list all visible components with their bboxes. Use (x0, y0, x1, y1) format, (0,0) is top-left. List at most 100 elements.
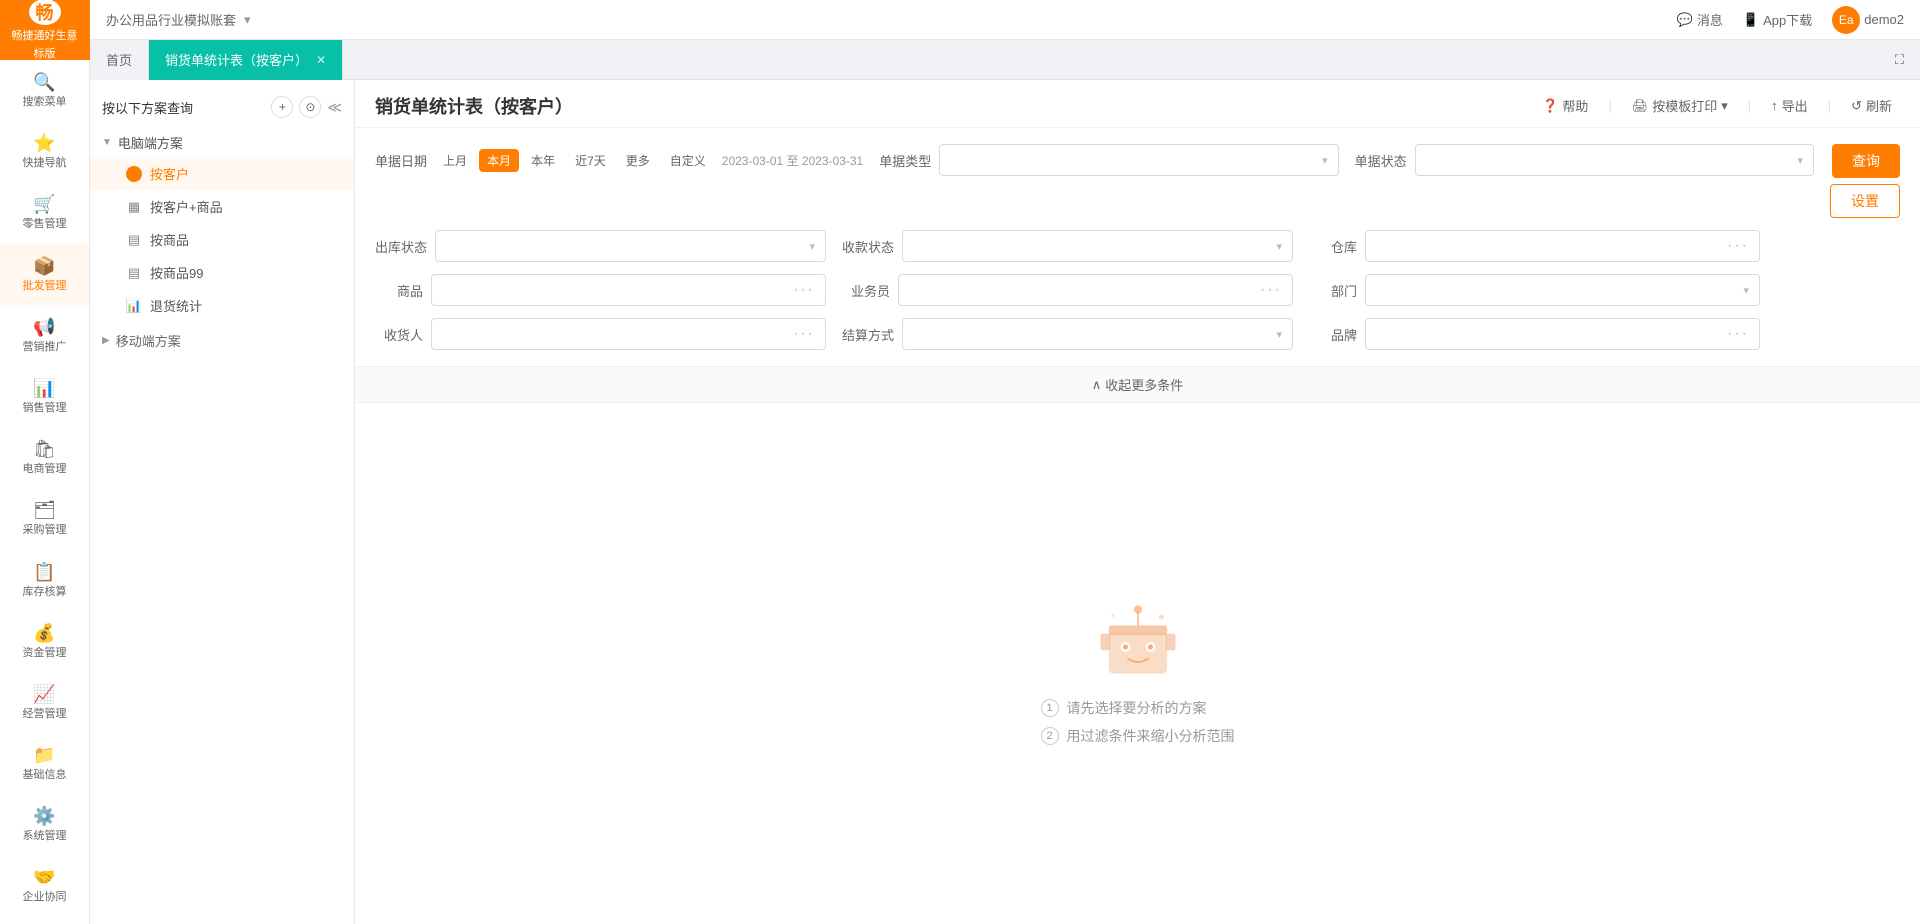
filter-consignee: 收货人 ··· (375, 318, 826, 350)
salesperson-field[interactable]: ··· (898, 274, 1293, 306)
date-tab-last-7[interactable]: 近7天 (567, 149, 614, 172)
sidebar-item-purchase[interactable]: 🗂 采购管理 (0, 488, 89, 549)
query-button[interactable]: 查询 (1832, 144, 1900, 178)
filter-status: 单据状态 ▾ (1355, 144, 1814, 176)
sidebar-item-newbie[interactable]: 🎯 新手引导 (0, 917, 89, 924)
user-menu[interactable]: Ea demo2 (1832, 6, 1904, 34)
settlement-dropdown[interactable]: ▾ (902, 318, 1293, 350)
out-status-arrow: ▾ (809, 240, 815, 253)
scheme-by-customer-product[interactable]: ▦ 按客户+商品 (90, 190, 354, 223)
scheme-by-product-99[interactable]: ▤ 按商品99 (90, 256, 354, 289)
sep3: | (1828, 98, 1831, 113)
mobile-scheme-group[interactable]: ▶ 移动端方案 (90, 326, 354, 355)
message-button[interactable]: 💬 消息 (1677, 10, 1723, 29)
settings-button[interactable]: 设置 (1830, 184, 1900, 218)
collapse-panel-button[interactable]: ≪ (327, 99, 342, 116)
app-download-button[interactable]: 📱 App下载 (1743, 10, 1812, 29)
scheme-by-product[interactable]: ▤ 按商品 (90, 223, 354, 256)
export-button[interactable]: ↑ 导出 (1763, 92, 1816, 119)
help-icon: ❓ (1542, 98, 1558, 114)
refresh-button[interactable]: ↺ 刷新 (1843, 92, 1900, 119)
sidebar-item-finance[interactable]: 💰 资金管理 (0, 611, 89, 672)
logo-text: 畅捷通好生意 (12, 27, 78, 43)
pc-scheme-group: ▼ 电脑端方案 按客户 ▦ 按客户+商品 ▤ 按商品 ▤ 按商品99 (90, 124, 354, 326)
sidebar-label-basic: 基础信息 (23, 769, 67, 782)
filter-settlement: 结算方式 ▾ (842, 318, 1293, 350)
sidebar-item-basic[interactable]: 📁 基础信息 (0, 733, 89, 794)
brand-field[interactable]: ··· (1365, 318, 1760, 350)
sidebar-label-operations: 经营管理 (23, 708, 67, 721)
out-status-dropdown[interactable]: ▾ (435, 230, 826, 262)
date-tab-last-month[interactable]: 上月 (435, 149, 475, 172)
filter-department: 部门 ▾ (1309, 274, 1760, 306)
type-dropdown[interactable]: ▾ (939, 144, 1338, 176)
app-download-label: App下载 (1763, 10, 1812, 29)
tab-sales-stats[interactable]: 销货单统计表（按客户） ✕ (149, 40, 343, 80)
product99-scheme-icon: ▤ (126, 265, 142, 281)
basic-icon: 📁 (33, 745, 55, 766)
collapse-more-button[interactable]: ∧ 收起更多条件 (355, 367, 1920, 403)
scheme-return-stats[interactable]: 📊 退货统计 (90, 289, 354, 322)
customer-scheme-icon (126, 166, 142, 182)
sidebar-item-wholesale[interactable]: 📦 批发管理 (0, 244, 89, 305)
date-tab-more[interactable]: 更多 (618, 149, 658, 172)
left-panel-header: 按以下方案查询 + ⊙ ≪ (90, 90, 354, 124)
date-tab-this-month[interactable]: 本月 (479, 149, 519, 172)
sidebar-item-marketing[interactable]: 📢 营销推广 (0, 305, 89, 366)
sidebar-item-sales[interactable]: 📊 销售管理 (0, 366, 89, 427)
receipt-status-label: 收款状态 (842, 237, 902, 256)
sidebar-item-inventory[interactable]: 📋 库存核算 (0, 550, 89, 611)
help-label: 帮助 (1562, 96, 1588, 115)
sidebar-logo[interactable]: 畅 畅捷通好生意 标版 (0, 0, 90, 60)
salesperson-more-icon: ··· (1260, 281, 1282, 299)
export-label: 导出 (1782, 96, 1808, 115)
receipt-status-arrow: ▾ (1276, 240, 1282, 253)
sidebar-item-retail[interactable]: 🛒 零售管理 (0, 182, 89, 243)
department-arrow: ▾ (1743, 284, 1749, 297)
scheme-by-customer-product-label: 按客户+商品 (150, 197, 223, 216)
hint-1-num: 1 (1041, 699, 1059, 717)
template-print-button[interactable]: 🖨 按模板打印 ▾ (1624, 92, 1736, 119)
receipt-status-dropdown[interactable]: ▾ (902, 230, 1293, 262)
main-content: 办公用品行业模拟账套 ▾ 💬 消息 📱 App下载 Ea demo2 首页 销货… (90, 0, 1920, 924)
product-field[interactable]: ··· (431, 274, 826, 306)
maximize-icon[interactable]: ⛶ (1895, 52, 1904, 68)
consignee-field[interactable]: ··· (431, 318, 826, 350)
scheme-by-customer-label: 按客户 (150, 164, 189, 183)
collapse-icon: ∧ (1092, 377, 1102, 393)
tab-close-icon[interactable]: ✕ (316, 53, 326, 67)
sidebar: 畅 畅捷通好生意 标版 🔍 搜索菜单 ⭐ 快捷导航 🛒 零售管理 📦 批发管理 … (0, 0, 90, 924)
collapse-label: 收起更多条件 (1105, 375, 1183, 394)
warehouse-field[interactable]: ··· (1365, 230, 1760, 262)
sidebar-item-ecommerce[interactable]: 🛍 电商管理 (0, 427, 89, 488)
header-dropdown-icon[interactable]: ▾ (244, 12, 251, 28)
date-tab-custom[interactable]: 自定义 (662, 149, 714, 172)
date-tab-this-year[interactable]: 本年 (523, 149, 563, 172)
sidebar-item-system[interactable]: ⚙️ 系统管理 (0, 794, 89, 855)
settings-scheme-button[interactable]: ⊙ (299, 96, 321, 118)
sidebar-item-search[interactable]: 🔍 搜索菜单 (0, 60, 89, 121)
date-filter-control: 上月 本月 本年 近7天 更多 自定义 2023-03-01 至 2023-03… (435, 149, 863, 172)
status-dropdown[interactable]: ▾ (1415, 144, 1814, 176)
page-container: 按以下方案查询 + ⊙ ≪ ▼ 电脑端方案 按客户 ▦ 按客 (90, 80, 1920, 924)
title-actions: ❓ 帮助 | 🖨 按模板打印 ▾ | ↑ 导出 | (1534, 92, 1900, 119)
print-icon: 🖨 (1632, 98, 1649, 114)
help-button[interactable]: ❓ 帮助 (1534, 92, 1596, 119)
filter-product: 商品 ··· (375, 274, 826, 306)
mobile-scheme-arrow: ▶ (102, 335, 110, 346)
department-dropdown[interactable]: ▾ (1365, 274, 1760, 306)
pc-scheme-group-header[interactable]: ▼ 电脑端方案 (90, 128, 354, 157)
sidebar-menu: 🔍 搜索菜单 ⭐ 快捷导航 🛒 零售管理 📦 批发管理 📢 营销推广 📊 销售管… (0, 60, 89, 924)
tab-sales-stats-label: 销货单统计表（按客户） (165, 50, 308, 69)
sidebar-item-coop[interactable]: 🤝 企业协同 (0, 855, 89, 916)
status-label: 单据状态 (1355, 151, 1415, 170)
sidebar-item-quick-nav[interactable]: ⭐ 快捷导航 (0, 121, 89, 182)
brand-label: 品牌 (1309, 325, 1365, 344)
header-right: 💬 消息 📱 App下载 Ea demo2 (1677, 6, 1904, 34)
hint-2-text: 用过滤条件来缩小分析范围 (1067, 726, 1235, 746)
tab-home[interactable]: 首页 (90, 40, 149, 80)
coop-icon: 🤝 (33, 867, 55, 888)
scheme-by-customer[interactable]: 按客户 (90, 157, 354, 190)
add-scheme-button[interactable]: + (271, 96, 293, 118)
sidebar-item-operations[interactable]: 📈 经营管理 (0, 672, 89, 733)
